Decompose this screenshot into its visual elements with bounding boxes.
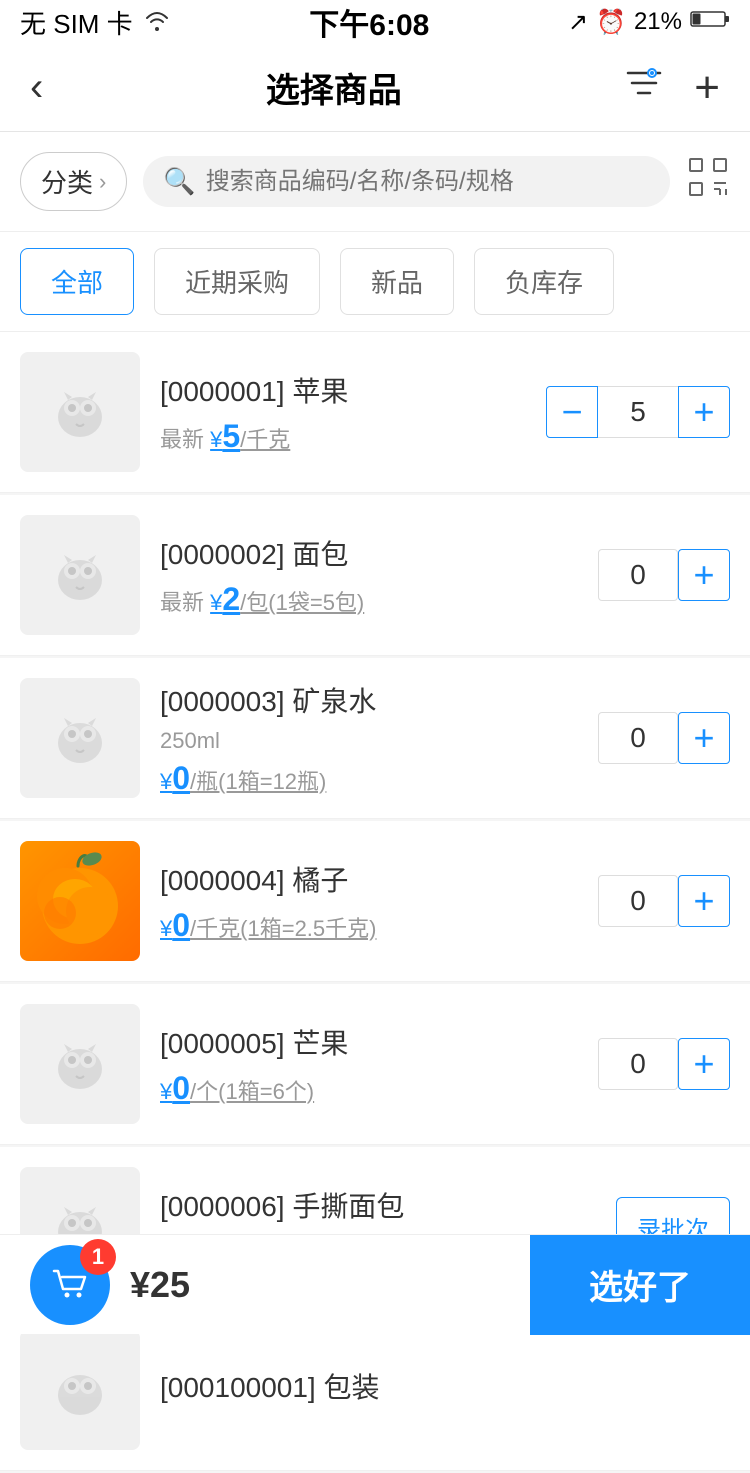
quantity-control-0000005: +: [598, 1038, 730, 1090]
product-name: [0000005] 芒果: [160, 1022, 598, 1062]
product-image-0000004: [20, 841, 140, 961]
page-title: 选择商品: [266, 63, 402, 112]
product-name: [0000001] 苹果: [160, 370, 546, 410]
cart-area: 1 ¥25: [0, 1245, 530, 1325]
product-image-partial: [20, 1330, 140, 1450]
search-icon: 🔍: [163, 166, 195, 197]
quantity-input[interactable]: [598, 1038, 678, 1090]
product-info-partial: [000100001] 包装: [160, 1366, 730, 1414]
alarm-icon: ⏰: [596, 8, 626, 37]
add-button[interactable]: +: [694, 63, 720, 113]
product-info-0000001: [0000001] 苹果 最新 ¥5/千克: [160, 370, 546, 455]
tab-bar: 全部 近期采购 新品 负库存: [0, 232, 750, 332]
increase-button[interactable]: +: [678, 1038, 730, 1090]
product-price: ¥0/个(1箱=6个): [160, 1070, 598, 1107]
status-time: 下午6:08: [309, 0, 429, 44]
battery-icon: [690, 8, 730, 36]
status-bar: 无 SIM 卡 下午6:08 ↗ ⏰ 21%: [0, 0, 750, 44]
quantity-control-0000002: +: [598, 549, 730, 601]
list-item: [000100001] 包装: [0, 1310, 750, 1471]
product-name: [0000002] 面包: [160, 533, 598, 573]
product-price: 最新 ¥2/包(1袋=5包): [160, 581, 598, 618]
product-name: [0000006] 手撕面包: [160, 1185, 616, 1225]
increase-button[interactable]: +: [678, 386, 730, 438]
product-info-0000002: [0000002] 面包 最新 ¥2/包(1袋=5包): [160, 533, 598, 618]
scan-icon[interactable]: [686, 155, 730, 208]
search-box: 🔍: [143, 156, 670, 207]
filter-icon[interactable]: [624, 65, 664, 111]
product-image-0000005: [20, 1004, 140, 1124]
decrease-button[interactable]: −: [546, 386, 598, 438]
status-right: ↗ ⏰ 21%: [568, 8, 730, 37]
list-item: [0000001] 苹果 最新 ¥5/千克 − +: [0, 332, 750, 493]
sim-status: 无 SIM 卡: [20, 4, 133, 41]
tab-new[interactable]: 新品: [340, 248, 454, 315]
product-image-0000001: [20, 352, 140, 472]
cart-badge: 1: [80, 1239, 116, 1275]
nav-actions: +: [624, 63, 720, 113]
back-button[interactable]: ‹: [30, 65, 43, 110]
list-item: [0000003] 矿泉水 250ml ¥0/瓶(1箱=12瓶) +: [0, 658, 750, 819]
product-name: [000100001] 包装: [160, 1366, 730, 1406]
product-name: [0000004] 橘子: [160, 859, 598, 899]
increase-button[interactable]: +: [678, 712, 730, 764]
cart-button[interactable]: 1: [30, 1245, 110, 1325]
increase-button[interactable]: +: [678, 875, 730, 927]
increase-button[interactable]: +: [678, 549, 730, 601]
product-price: 最新 ¥5/千克: [160, 418, 546, 455]
quantity-input[interactable]: [598, 875, 678, 927]
quantity-control-0000004: +: [598, 875, 730, 927]
list-item: [0000005] 芒果 ¥0/个(1箱=6个) +: [0, 984, 750, 1145]
quantity-input[interactable]: [598, 549, 678, 601]
product-info-0000005: [0000005] 芒果 ¥0/个(1箱=6个): [160, 1022, 598, 1107]
quantity-input[interactable]: [598, 386, 678, 438]
category-label: 分类: [41, 163, 93, 200]
tab-all[interactable]: 全部: [20, 248, 134, 315]
cart-total: ¥25: [130, 1264, 190, 1306]
tab-negative[interactable]: 负库存: [474, 248, 614, 315]
filter-bar: 分类 › 🔍: [0, 132, 750, 232]
location-icon: ↗: [568, 8, 588, 37]
list-item: [0000002] 面包 最新 ¥2/包(1袋=5包) +: [0, 495, 750, 656]
product-image-0000002: [20, 515, 140, 635]
product-price: ¥0/千克(1箱=2.5千克): [160, 907, 598, 944]
quantity-control-0000003: +: [598, 712, 730, 764]
tab-recent[interactable]: 近期采购: [154, 248, 320, 315]
quantity-control-0000001: − +: [546, 386, 730, 438]
chevron-right-icon: ›: [99, 169, 106, 195]
status-left: 无 SIM 卡: [20, 4, 171, 41]
bottom-bar: 1 ¥25 选好了: [0, 1234, 750, 1334]
wifi-icon: [143, 7, 171, 38]
confirm-button[interactable]: 选好了: [530, 1235, 750, 1335]
product-info-0000004: [0000004] 橘子 ¥0/千克(1箱=2.5千克): [160, 859, 598, 944]
category-button[interactable]: 分类 ›: [20, 152, 127, 211]
product-price: ¥0/瓶(1箱=12瓶): [160, 760, 598, 797]
product-spec: 250ml: [160, 728, 598, 754]
product-info-0000003: [0000003] 矿泉水 250ml ¥0/瓶(1箱=12瓶): [160, 680, 598, 797]
search-input[interactable]: [206, 168, 650, 196]
product-image-0000003: [20, 678, 140, 798]
quantity-input[interactable]: [598, 712, 678, 764]
list-item: [0000004] 橘子 ¥0/千克(1箱=2.5千克) +: [0, 821, 750, 982]
nav-bar: ‹ 选择商品 +: [0, 44, 750, 132]
product-name: [0000003] 矿泉水: [160, 680, 598, 720]
battery-text: 21%: [634, 8, 682, 36]
